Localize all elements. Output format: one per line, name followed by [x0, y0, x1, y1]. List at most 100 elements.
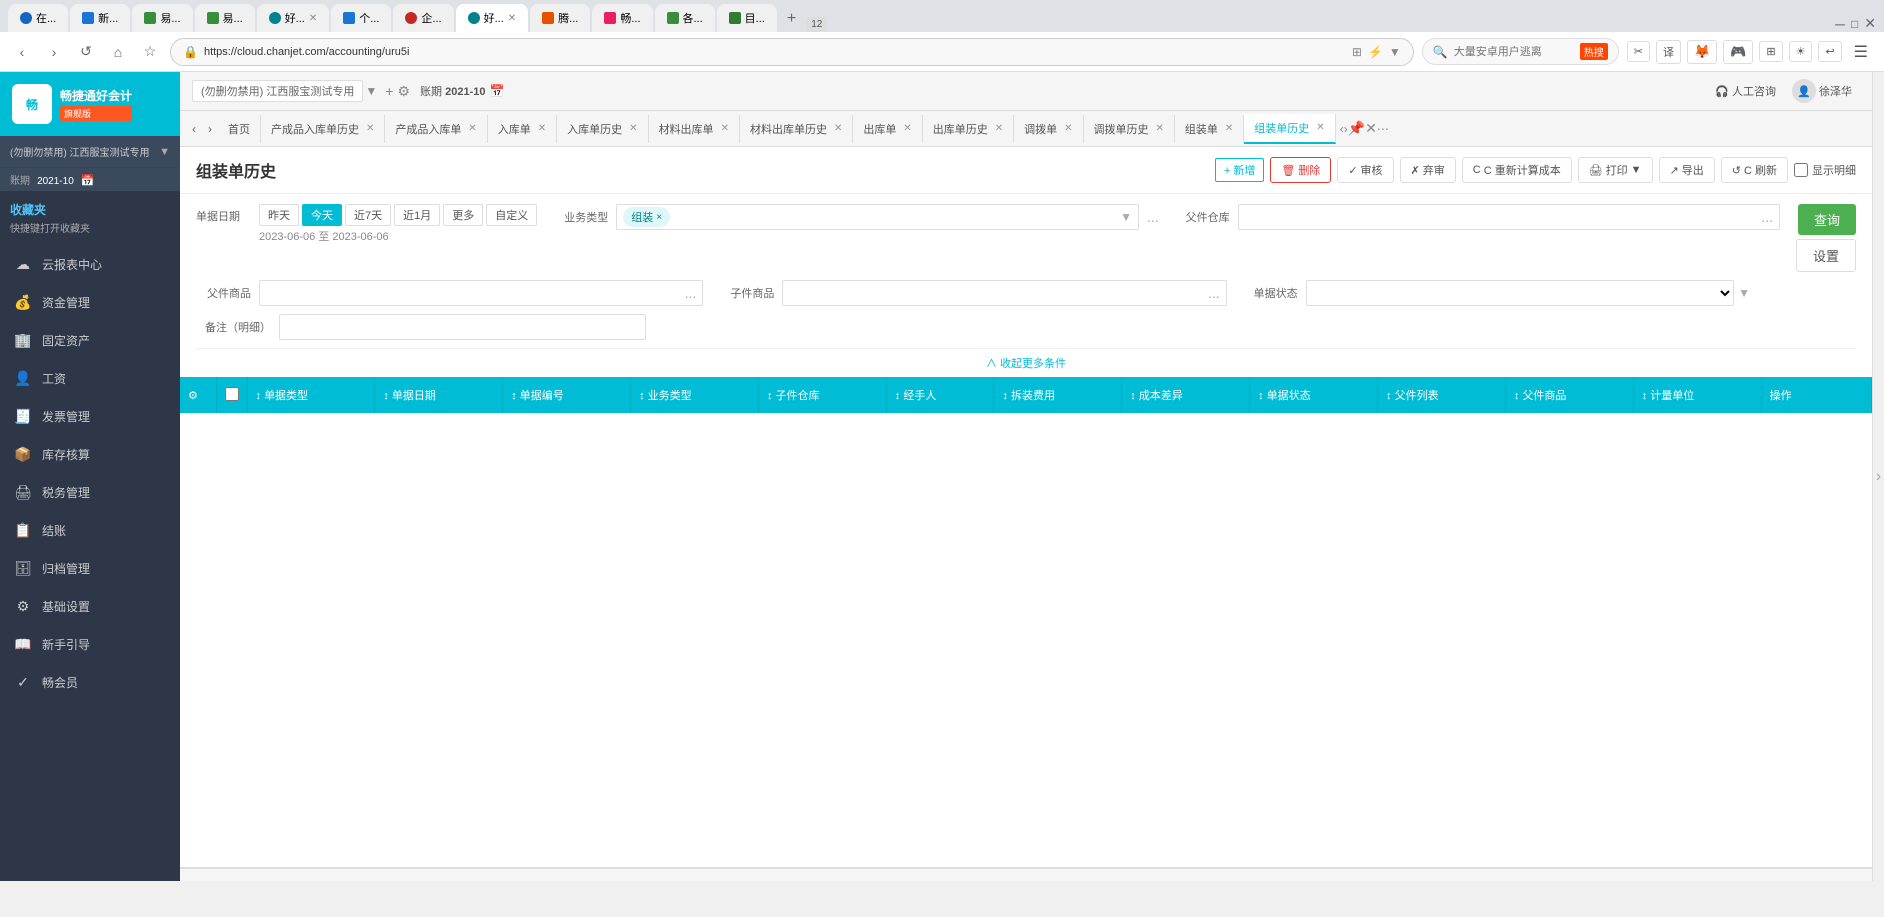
browser-tab-5[interactable]: 个...	[331, 4, 391, 32]
emoji-icon[interactable]: 🦊	[1687, 40, 1717, 64]
sidebar-item-archive[interactable]: 🗄 归档管理	[0, 549, 180, 587]
browser-tab-4[interactable]: 好... ✕	[257, 4, 330, 32]
new-button[interactable]: + 新增	[1215, 158, 1264, 182]
sidebar-item-inventory[interactable]: 📦 库存核算	[0, 435, 180, 473]
delete-button[interactable]: 🗑 删除	[1270, 157, 1331, 183]
window-close[interactable]: ✕	[1864, 15, 1876, 32]
col-disassemble-cost[interactable]: ↕ 拆装费用	[994, 377, 1122, 413]
nav-refresh[interactable]: ↺	[74, 40, 98, 64]
child-goods-more-btn[interactable]: ...	[1208, 285, 1220, 301]
content-tab-assembly[interactable]: 组装单 ✕	[1175, 115, 1244, 143]
col-check[interactable]	[216, 377, 247, 413]
bill-status-select[interactable]	[1306, 280, 1734, 306]
scissors-icon[interactable]: ✂	[1627, 41, 1650, 62]
window-minimize[interactable]: ─	[1835, 16, 1845, 32]
undo-icon[interactable]: ↩	[1818, 41, 1841, 62]
export-button[interactable]: ↗ 导出	[1659, 157, 1715, 183]
calendar-icon[interactable]: 📅	[81, 175, 95, 187]
col-unit[interactable]: ↕ 计量单位	[1633, 377, 1761, 413]
col-bill-date[interactable]: ↕ 单据日期	[375, 377, 503, 413]
sidebar-item-cloud-report[interactable]: ☁ 云报表中心	[0, 245, 180, 283]
show-detail-checkbox[interactable]	[1794, 163, 1808, 177]
translate-icon[interactable]: 译	[1656, 40, 1681, 64]
date-today-btn[interactable]: 今天	[302, 204, 342, 226]
content-tab-transfer[interactable]: 调拨单 ✕	[1014, 115, 1083, 143]
nav-back[interactable]: ‹	[10, 40, 34, 64]
browser-tab-0[interactable]: 在...	[8, 4, 68, 32]
window-maximize[interactable]: □	[1851, 17, 1858, 31]
settings-btn[interactable]: ⚙	[397, 83, 410, 100]
sidebar-item-fund[interactable]: 💰 资金管理	[0, 283, 180, 321]
date-more-btn[interactable]: 更多	[443, 204, 483, 226]
col-parent-goods[interactable]: ↕ 父件商品	[1505, 377, 1633, 413]
show-detail-toggle[interactable]: 显示明细	[1794, 162, 1856, 178]
menu-icon[interactable]: ☰	[1848, 39, 1874, 65]
content-tab-material-out-history[interactable]: 材料出库单历史 ✕	[740, 115, 853, 143]
tab-close-icon[interactable]: ✕	[629, 123, 637, 134]
sidebar-item-guide[interactable]: 📖 新手引导	[0, 625, 180, 663]
biz-type-dropdown[interactable]: ▼	[1120, 210, 1132, 224]
nav-forward[interactable]: ›	[42, 40, 66, 64]
browser-tab-8[interactable]: 腾...	[530, 4, 590, 32]
right-panel-handle[interactable]: ›	[1872, 72, 1884, 881]
note-input[interactable]	[279, 314, 646, 340]
browser-tab-11[interactable]: 目...	[717, 4, 777, 32]
sidebar-item-fixed-assets[interactable]: 🏢 固定资产	[0, 321, 180, 359]
sun-icon[interactable]: ☀	[1789, 41, 1813, 62]
tab-close-icon[interactable]: ✕	[1156, 123, 1164, 134]
parent-goods-more-btn[interactable]: ...	[685, 285, 697, 301]
col-handler[interactable]: ↕ 经手人	[886, 377, 994, 413]
select-all-checkbox[interactable]	[225, 387, 239, 401]
content-tab-storage-history[interactable]: 入库单历史 ✕	[557, 115, 648, 143]
tab-close-icon[interactable]: ✕	[903, 123, 911, 134]
content-tab-assembly-history[interactable]: 组装单历史 ✕	[1244, 114, 1335, 144]
tab-more-btn[interactable]: ⋯	[1377, 122, 1389, 136]
company-dropdown[interactable]: ▼	[365, 84, 377, 98]
chevron-down-icon[interactable]: ▼	[1389, 45, 1401, 59]
biz-type-more-btn[interactable]: ...	[1147, 209, 1159, 225]
search-input[interactable]	[1454, 46, 1574, 58]
layout-icon[interactable]: ⊞	[1759, 41, 1782, 62]
consult-btn[interactable]: 🎧 人工咨询	[1707, 80, 1784, 102]
content-tab-home[interactable]: 首页	[218, 115, 261, 143]
tag-close-icon[interactable]: ×	[656, 212, 662, 223]
tab-7-close[interactable]: ✕	[508, 13, 516, 24]
settings-query-button[interactable]: 设置	[1796, 239, 1856, 272]
tab-close-icon[interactable]: ✕	[1064, 123, 1072, 134]
browser-tab-2[interactable]: 易...	[132, 4, 192, 32]
col-bill-type[interactable]: ↕ 单据类型	[247, 377, 375, 413]
period-calendar-icon[interactable]: 📅	[489, 84, 504, 98]
tab-close-icon[interactable]: ✕	[721, 123, 729, 134]
print-button[interactable]: 🖨 打印 ▼	[1578, 157, 1653, 183]
tab-pin-btn[interactable]: 📌	[1348, 120, 1365, 137]
add-account-btn[interactable]: +	[385, 83, 393, 99]
parent-warehouse-more-btn[interactable]: ...	[1761, 209, 1773, 225]
col-cost-diff[interactable]: ↕ 成本差异	[1122, 377, 1250, 413]
tab-arrow-right[interactable]: ›	[202, 118, 218, 140]
game-icon[interactable]: 🎮	[1723, 40, 1753, 64]
col-parent-list[interactable]: ↕ 父件列表	[1378, 377, 1506, 413]
tab-close-icon[interactable]: ✕	[1316, 122, 1324, 133]
date-custom-btn[interactable]: 自定义	[486, 204, 537, 226]
content-tab-inbound[interactable]: 产成品入库单 ✕	[385, 115, 487, 143]
date-7days-btn[interactable]: 近7天	[345, 204, 391, 226]
content-tab-out[interactable]: 出库单 ✕	[853, 115, 922, 143]
audit-button[interactable]: ✓ 审核	[1337, 157, 1393, 183]
col-settings[interactable]: ⚙	[180, 377, 216, 413]
col-bill-no[interactable]: ↕ 单据编号	[503, 377, 631, 413]
sidebar-item-invoice[interactable]: 🧾 发票管理	[0, 397, 180, 435]
sidebar-item-checkout[interactable]: 📋 结账	[0, 511, 180, 549]
recalculate-button[interactable]: C C 重新计算成本	[1462, 157, 1572, 183]
tab-close-icon[interactable]: ✕	[366, 123, 374, 134]
date-yesterday-btn[interactable]: 昨天	[259, 204, 299, 226]
user-btn[interactable]: 👤 徐泽华	[1784, 76, 1860, 106]
tab-close-icon[interactable]: ✕	[1225, 123, 1233, 134]
close-all-btn[interactable]: ✕	[1365, 120, 1377, 137]
tab-close-icon[interactable]: ✕	[995, 123, 1003, 134]
content-tab-inbound-history[interactable]: 产成品入库单历史 ✕	[261, 115, 385, 143]
sidebar-item-tax[interactable]: 🖨 税务管理	[0, 473, 180, 511]
query-button[interactable]: 查询	[1798, 204, 1856, 235]
favorites-sub[interactable]: 快捷键打开收藏夹	[10, 220, 170, 235]
col-biz-type[interactable]: ↕ 业务类型	[631, 377, 759, 413]
col-bill-status[interactable]: ↕ 单据状态	[1250, 377, 1378, 413]
